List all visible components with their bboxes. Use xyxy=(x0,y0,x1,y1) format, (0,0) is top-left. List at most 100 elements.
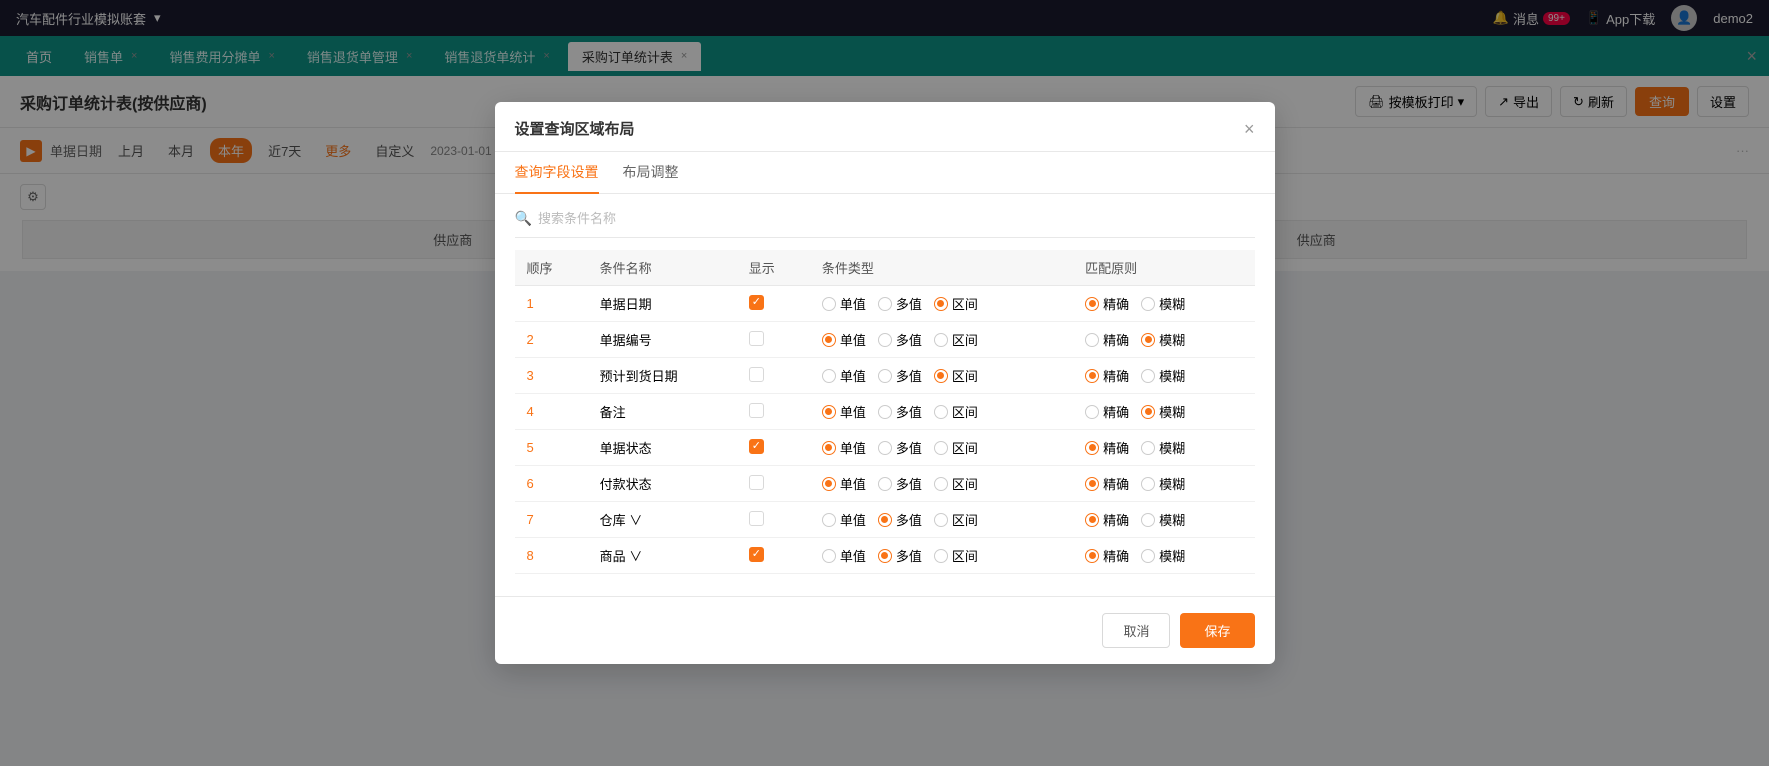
dialog-tab-0[interactable]: 查询字段设置 xyxy=(515,152,599,194)
row-type-6: 单值多值区间 xyxy=(810,502,1073,538)
row-match-3: 精确模糊 xyxy=(1073,394,1254,430)
match-option-精确-5[interactable]: 精确 xyxy=(1085,474,1129,493)
settings-table: 顺序 条件名称 显示 条件类型 匹配原则 1单据日期单值多值区间精确模糊2单据编… xyxy=(515,250,1255,580)
type-option-单值-3[interactable]: 单值 xyxy=(822,402,866,421)
radio-circle-1 xyxy=(934,333,948,347)
match-option-精确-4[interactable]: 精确 xyxy=(1085,438,1129,457)
type-option-单值-6[interactable]: 单值 xyxy=(822,510,866,529)
row-match-5: 精确模糊 xyxy=(1073,466,1254,502)
checkbox-4[interactable] xyxy=(749,439,764,454)
checkbox-6[interactable] xyxy=(749,511,764,526)
page-background: 汽车配件行业模拟账套 ▾ 🔔 消息 99+ 📱 App下载 👤 demo2 首页… xyxy=(0,0,1769,766)
type-option-多值-6[interactable]: 多值 xyxy=(878,510,922,529)
type-option-区间-2[interactable]: 区间 xyxy=(934,366,978,385)
search-input[interactable] xyxy=(538,211,1255,226)
type-option-多值-4[interactable]: 多值 xyxy=(878,438,922,457)
match-radio-2 xyxy=(1141,369,1155,383)
radio-circle-4 xyxy=(934,441,948,455)
type-option-多值-7[interactable]: 多值 xyxy=(878,546,922,565)
type-option-单值-5[interactable]: 单值 xyxy=(822,474,866,493)
match-option-模糊-0[interactable]: 模糊 xyxy=(1141,294,1185,313)
table-row: 2单据编号单值多值区间精确模糊 xyxy=(515,322,1255,358)
row-type-1: 单值多值区间 xyxy=(810,322,1073,358)
radio-circle-5 xyxy=(878,477,892,491)
type-option-区间-4[interactable]: 区间 xyxy=(934,438,978,457)
checkbox-1[interactable] xyxy=(749,331,764,346)
match-option-模糊-5[interactable]: 模糊 xyxy=(1141,474,1185,493)
radio-circle-1 xyxy=(878,333,892,347)
type-option-区间-1[interactable]: 区间 xyxy=(934,330,978,349)
match-option-模糊-3[interactable]: 模糊 xyxy=(1141,402,1185,421)
type-option-区间-6[interactable]: 区间 xyxy=(934,510,978,529)
match-option-精确-6[interactable]: 精确 xyxy=(1085,510,1129,529)
match-radio-2 xyxy=(1085,369,1099,383)
type-option-区间-0[interactable]: 区间 xyxy=(934,294,978,313)
match-option-模糊-1[interactable]: 模糊 xyxy=(1141,330,1185,349)
match-radio-3 xyxy=(1141,405,1155,419)
checkbox-5[interactable] xyxy=(749,475,764,490)
dialog-close-button[interactable]: × xyxy=(1244,120,1255,138)
save-button[interactable]: 保存 xyxy=(1180,613,1254,648)
row-display-6 xyxy=(737,502,810,538)
row-name-6: 仓库 ∨ xyxy=(588,502,737,538)
match-radio-7 xyxy=(1085,549,1099,563)
type-option-单值-7[interactable]: 单值 xyxy=(822,546,866,565)
th-type: 条件类型 xyxy=(810,250,1073,286)
type-option-单值-2[interactable]: 单值 xyxy=(822,366,866,385)
dialog-footer: 取消 保存 xyxy=(495,596,1275,664)
dialog-body: 🔍 顺序 条件名称 显示 条件类型 匹配原则 xyxy=(495,194,1275,596)
checkbox-7[interactable] xyxy=(749,547,764,562)
dialog-header: 设置查询区域布局 × xyxy=(495,102,1275,152)
match-radio-6 xyxy=(1085,513,1099,527)
row-match-8: 精确模糊 xyxy=(1073,574,1254,581)
match-option-模糊-7[interactable]: 模糊 xyxy=(1141,546,1185,565)
checkbox-2[interactable] xyxy=(749,367,764,382)
table-row: 7仓库 ∨单值多值区间精确模糊 xyxy=(515,502,1255,538)
type-option-多值-1[interactable]: 多值 xyxy=(878,330,922,349)
modal-overlay: 设置查询区域布局 × 查询字段设置 布局调整 🔍 xyxy=(0,0,1769,766)
type-option-多值-0[interactable]: 多值 xyxy=(878,294,922,313)
row-match-4: 精确模糊 xyxy=(1073,430,1254,466)
checkbox-3[interactable] xyxy=(749,403,764,418)
match-option-精确-7[interactable]: 精确 xyxy=(1085,546,1129,565)
match-option-模糊-4[interactable]: 模糊 xyxy=(1141,438,1185,457)
row-order-2: 3 xyxy=(527,368,534,383)
row-display-8 xyxy=(737,574,810,581)
match-option-模糊-6[interactable]: 模糊 xyxy=(1141,510,1185,529)
row-match-7: 精确模糊 xyxy=(1073,538,1254,574)
match-radio-5 xyxy=(1085,477,1099,491)
radio-circle-7 xyxy=(878,549,892,563)
match-option-精确-2[interactable]: 精确 xyxy=(1085,366,1129,385)
type-option-多值-5[interactable]: 多值 xyxy=(878,474,922,493)
match-option-精确-0[interactable]: 精确 xyxy=(1085,294,1129,313)
match-option-精确-3[interactable]: 精确 xyxy=(1085,402,1129,421)
table-row: 5单据状态单值多值区间精确模糊 xyxy=(515,430,1255,466)
type-option-多值-2[interactable]: 多值 xyxy=(878,366,922,385)
dialog-tab-1[interactable]: 布局调整 xyxy=(623,152,679,194)
checkbox-0[interactable] xyxy=(749,295,764,310)
search-icon: 🔍 xyxy=(515,210,532,227)
row-type-2: 单值多值区间 xyxy=(810,358,1073,394)
row-name-8: 属性 ∨ xyxy=(588,574,737,581)
type-option-多值-3[interactable]: 多值 xyxy=(878,402,922,421)
table-row: 1单据日期单值多值区间精确模糊 xyxy=(515,286,1255,322)
match-radio-0 xyxy=(1085,297,1099,311)
settings-table-scroll: 顺序 条件名称 显示 条件类型 匹配原则 1单据日期单值多值区间精确模糊2单据编… xyxy=(515,250,1255,580)
match-option-模糊-2[interactable]: 模糊 xyxy=(1141,366,1185,385)
cancel-button[interactable]: 取消 xyxy=(1102,613,1170,648)
radio-circle-3 xyxy=(822,405,836,419)
match-radio-4 xyxy=(1085,441,1099,455)
type-option-区间-3[interactable]: 区间 xyxy=(934,402,978,421)
radio-circle-0 xyxy=(934,297,948,311)
radio-circle-7 xyxy=(822,549,836,563)
type-option-单值-0[interactable]: 单值 xyxy=(822,294,866,313)
match-option-精确-1[interactable]: 精确 xyxy=(1085,330,1129,349)
radio-circle-4 xyxy=(878,441,892,455)
type-option-区间-7[interactable]: 区间 xyxy=(934,546,978,565)
type-option-单值-4[interactable]: 单值 xyxy=(822,438,866,457)
type-option-区间-5[interactable]: 区间 xyxy=(934,474,978,493)
search-box: 🔍 xyxy=(515,210,1255,238)
type-option-单值-1[interactable]: 单值 xyxy=(822,330,866,349)
th-name: 条件名称 xyxy=(588,250,737,286)
row-type-5: 单值多值区间 xyxy=(810,466,1073,502)
